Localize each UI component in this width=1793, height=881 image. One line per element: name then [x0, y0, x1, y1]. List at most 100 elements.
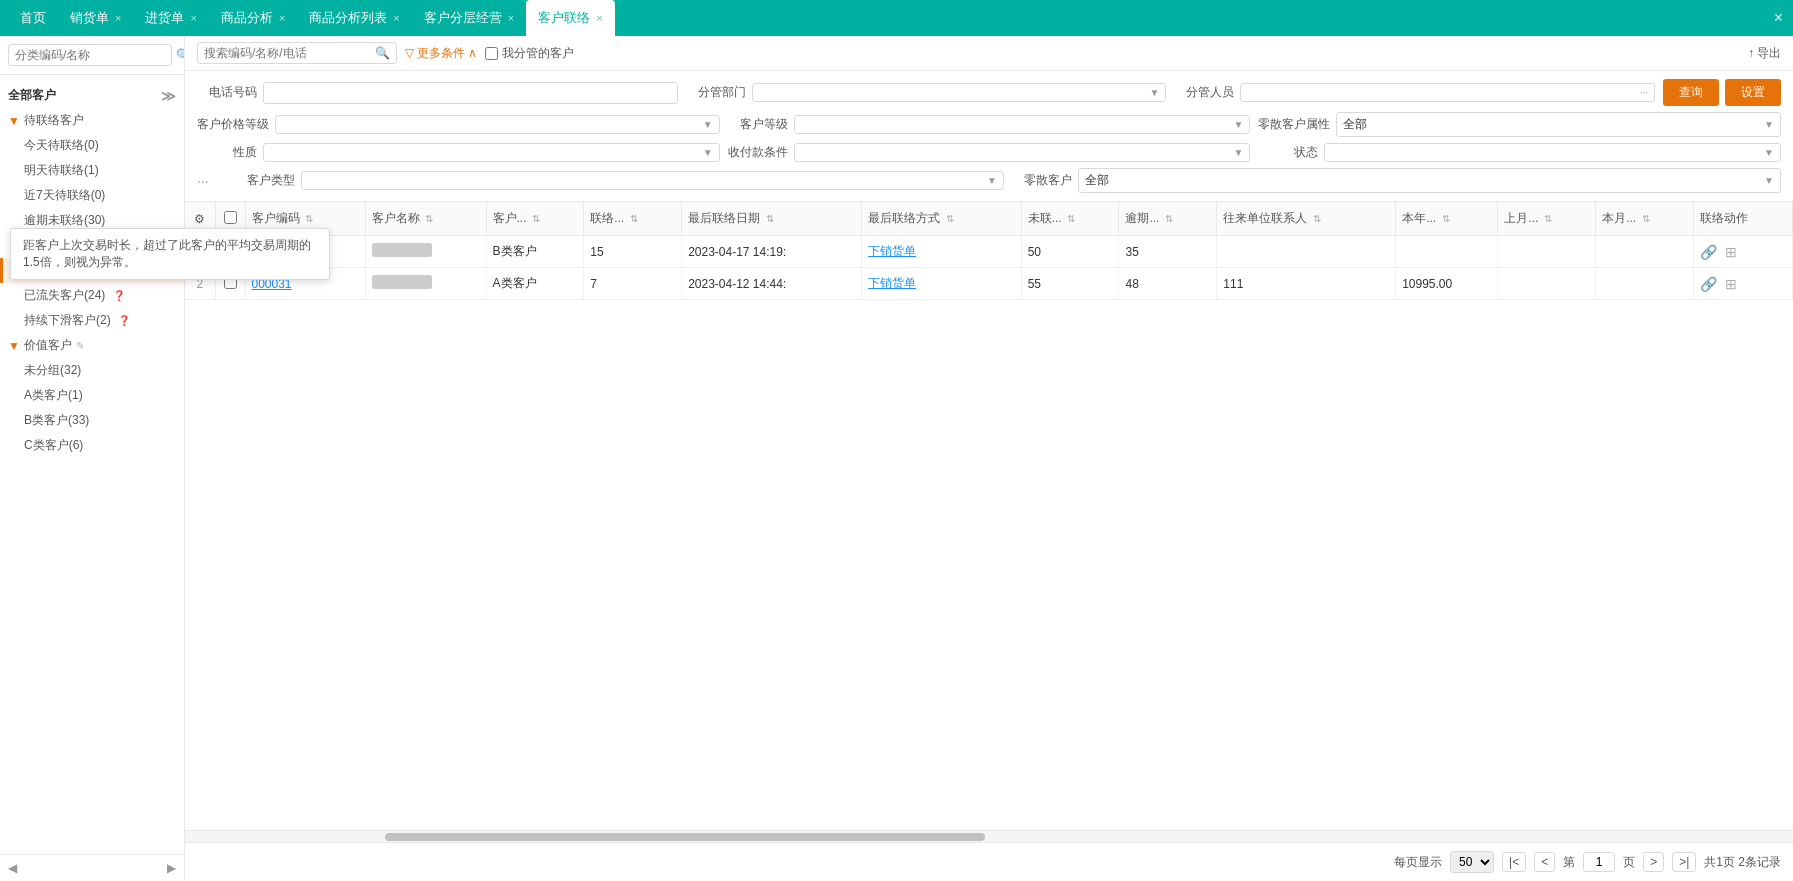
nav-item-purchase[interactable]: 进货单 × [133, 0, 208, 36]
close-customer-contact-icon[interactable]: × [596, 12, 602, 24]
nav-item-customer-contact[interactable]: 客户联络 × [526, 0, 614, 36]
sidebar-item-today[interactable]: 今天待联络(0) [0, 133, 184, 158]
price-level-select[interactable]: ▼ [275, 115, 720, 134]
row-date-1: 2023-04-17 14:19: [682, 236, 862, 268]
sidebar-item-tomorrow[interactable]: 明天待联络(1) [0, 158, 184, 183]
close-product-analysis-icon[interactable]: × [279, 12, 285, 24]
page-label: 第 [1563, 854, 1575, 871]
last-page-button[interactable]: >| [1672, 852, 1696, 872]
sidebar-section-value[interactable]: ▼ 价值客户 ✎ [0, 333, 184, 358]
sort-icon-overdue[interactable]: ⇅ [1165, 213, 1173, 224]
close-sales-icon[interactable]: × [115, 12, 121, 24]
nav-item-product-analysis[interactable]: 商品分析 × [209, 0, 297, 36]
link-icon-1[interactable]: 🔗 [1700, 244, 1717, 260]
more-filters-button[interactable]: ▽ 更多条件 ∧ [405, 45, 477, 62]
sidebar-collapse-button[interactable]: ≫ [161, 88, 176, 104]
close-purchase-icon[interactable]: × [190, 12, 196, 24]
sort-icon-lastmonth[interactable]: ⇅ [1544, 213, 1552, 224]
next-page-button[interactable]: > [1643, 852, 1664, 872]
nature-select[interactable]: ▼ [263, 143, 720, 162]
main-search-input[interactable] [204, 46, 367, 60]
edit-icon-value[interactable]: ✎ [76, 340, 84, 351]
help-icon-churned[interactable]: ❓ [113, 290, 125, 301]
dept-select[interactable]: ▼ [752, 83, 1167, 102]
contact-way-link-2[interactable]: 下销货单 [868, 276, 916, 290]
sidebar-item-class-b[interactable]: B类客户(33) [0, 408, 184, 433]
setting-button[interactable]: 设置 [1725, 79, 1781, 106]
sort-icon-date[interactable]: ⇅ [766, 213, 774, 224]
retail-attr-select[interactable]: 全部 ▼ [1336, 112, 1781, 137]
arrow-down-icon: ▼ [8, 114, 20, 128]
row-type-1: B类客户 [486, 236, 584, 268]
sidebar-item-churned[interactable]: 已流失客户(24) ❓ [0, 283, 184, 308]
sort-icon-person[interactable]: ⇅ [1313, 213, 1321, 224]
sidebar-prev-arrow[interactable]: ◀ [8, 861, 17, 875]
top-navigation: 首页 销货单 × 进货单 × 商品分析 × 商品分析列表 × 客户分层经营 × … [0, 0, 1793, 36]
sort-icon-way[interactable]: ⇅ [946, 213, 954, 224]
retail-customer-select[interactable]: 全部 ▼ [1078, 168, 1781, 193]
grid-icon-2[interactable]: ⊞ [1725, 276, 1737, 292]
sidebar-item-7days[interactable]: 近7天待联络(0) [0, 183, 184, 208]
sidebar-section-pending[interactable]: ▼ 待联络客户 [0, 108, 184, 133]
sidebar-item-class-c[interactable]: C类客户(6) [0, 433, 184, 458]
select-all-checkbox[interactable] [224, 211, 237, 224]
sort-icon-thismonth[interactable]: ⇅ [1642, 213, 1650, 224]
page-number-input[interactable] [1583, 852, 1615, 872]
sort-icon-contact[interactable]: ⇅ [630, 213, 638, 224]
sort-icon-code[interactable]: ⇅ [305, 213, 313, 224]
query-button[interactable]: 查询 [1663, 79, 1719, 106]
sort-icon-type[interactable]: ⇅ [532, 213, 540, 224]
prev-page-button[interactable]: < [1534, 852, 1555, 872]
sidebar-search-area: 🔍 [0, 36, 184, 75]
category-search-icon[interactable]: 🔍 [176, 48, 185, 62]
total-records-label: 共1页 2条记录 [1704, 854, 1781, 871]
help-icon-declining[interactable]: ❓ [118, 315, 130, 326]
filter-row-4: ··· 客户类型 ▼ 零散客户 全部 ▼ [197, 168, 1781, 193]
status-select[interactable]: ▼ [1324, 143, 1781, 162]
phone-input[interactable] [263, 82, 678, 104]
sidebar-item-declining[interactable]: 持续下滑客户(2) ❓ [0, 308, 184, 333]
scrollbar-thumb[interactable] [385, 833, 985, 841]
customer-level-select[interactable]: ▼ [794, 115, 1251, 134]
filter-more-dots[interactable]: ··· [197, 173, 209, 189]
nav-item-product-list[interactable]: 商品分析列表 × [297, 0, 411, 36]
page-size-select[interactable]: 50 [1450, 851, 1494, 873]
first-page-button[interactable]: |< [1502, 852, 1526, 872]
close-product-list-icon[interactable]: × [393, 12, 399, 24]
page-of-label: 页 [1623, 854, 1635, 871]
manager-select[interactable]: ··· [1240, 83, 1655, 102]
pagination-bar: 每页显示 50 |< < 第 页 > >| 共1页 2条记录 [185, 842, 1793, 881]
customer-type-select[interactable]: ▼ [301, 171, 1004, 190]
filter-payment: 收付款条件 ▼ [728, 143, 1251, 162]
contact-way-link-1[interactable]: 下销货单 [868, 244, 916, 258]
filter-dept: 分管部门 ▼ [686, 83, 1167, 102]
nav-item-sales[interactable]: 销货单 × [58, 0, 133, 36]
my-customer-checkbox[interactable] [485, 47, 498, 60]
filter-retail-attr: 零散客户属性 全部 ▼ [1258, 112, 1781, 137]
row-uncontacted-2: 55 [1021, 268, 1119, 300]
sidebar-next-arrow[interactable]: ▶ [167, 861, 176, 875]
sidebar-item-ungrouped[interactable]: 未分组(32) [0, 358, 184, 383]
export-button[interactable]: ↑ 导出 [1748, 45, 1781, 62]
action-icons-1: 🔗 ⊞ [1700, 244, 1786, 260]
payment-select[interactable]: ▼ [794, 143, 1251, 162]
sort-icon-name[interactable]: ⇅ [425, 213, 433, 224]
main-search-icon[interactable]: 🔍 [375, 46, 390, 60]
horizontal-scrollbar[interactable] [185, 830, 1793, 842]
sort-icon-uncontacted[interactable]: ⇅ [1067, 213, 1075, 224]
row-way-1: 下销货单 [862, 236, 1021, 268]
link-icon-2[interactable]: 🔗 [1700, 276, 1717, 292]
filter-buttons: 查询 设置 [1663, 79, 1781, 106]
close-customer-tier-icon[interactable]: × [508, 12, 514, 24]
category-search-input[interactable] [8, 44, 172, 66]
grid-icon-1[interactable]: ⊞ [1725, 244, 1737, 260]
nav-item-home[interactable]: 首页 [8, 0, 58, 36]
row-person-2: 111 [1217, 268, 1396, 300]
table-row: 1 000039 B类客户 [185, 236, 1793, 268]
sort-icon-year[interactable]: ⇅ [1442, 213, 1450, 224]
close-all-tabs-button[interactable]: × [1774, 9, 1783, 27]
sidebar-item-class-a[interactable]: A类客户(1) [0, 383, 184, 408]
settings-icon[interactable]: ⚙ [194, 212, 205, 226]
nav-item-customer-tier[interactable]: 客户分层经营 × [412, 0, 526, 36]
filter-row-2: 客户价格等级 ▼ 客户等级 ▼ 零散客户属性 全部 [197, 112, 1781, 137]
